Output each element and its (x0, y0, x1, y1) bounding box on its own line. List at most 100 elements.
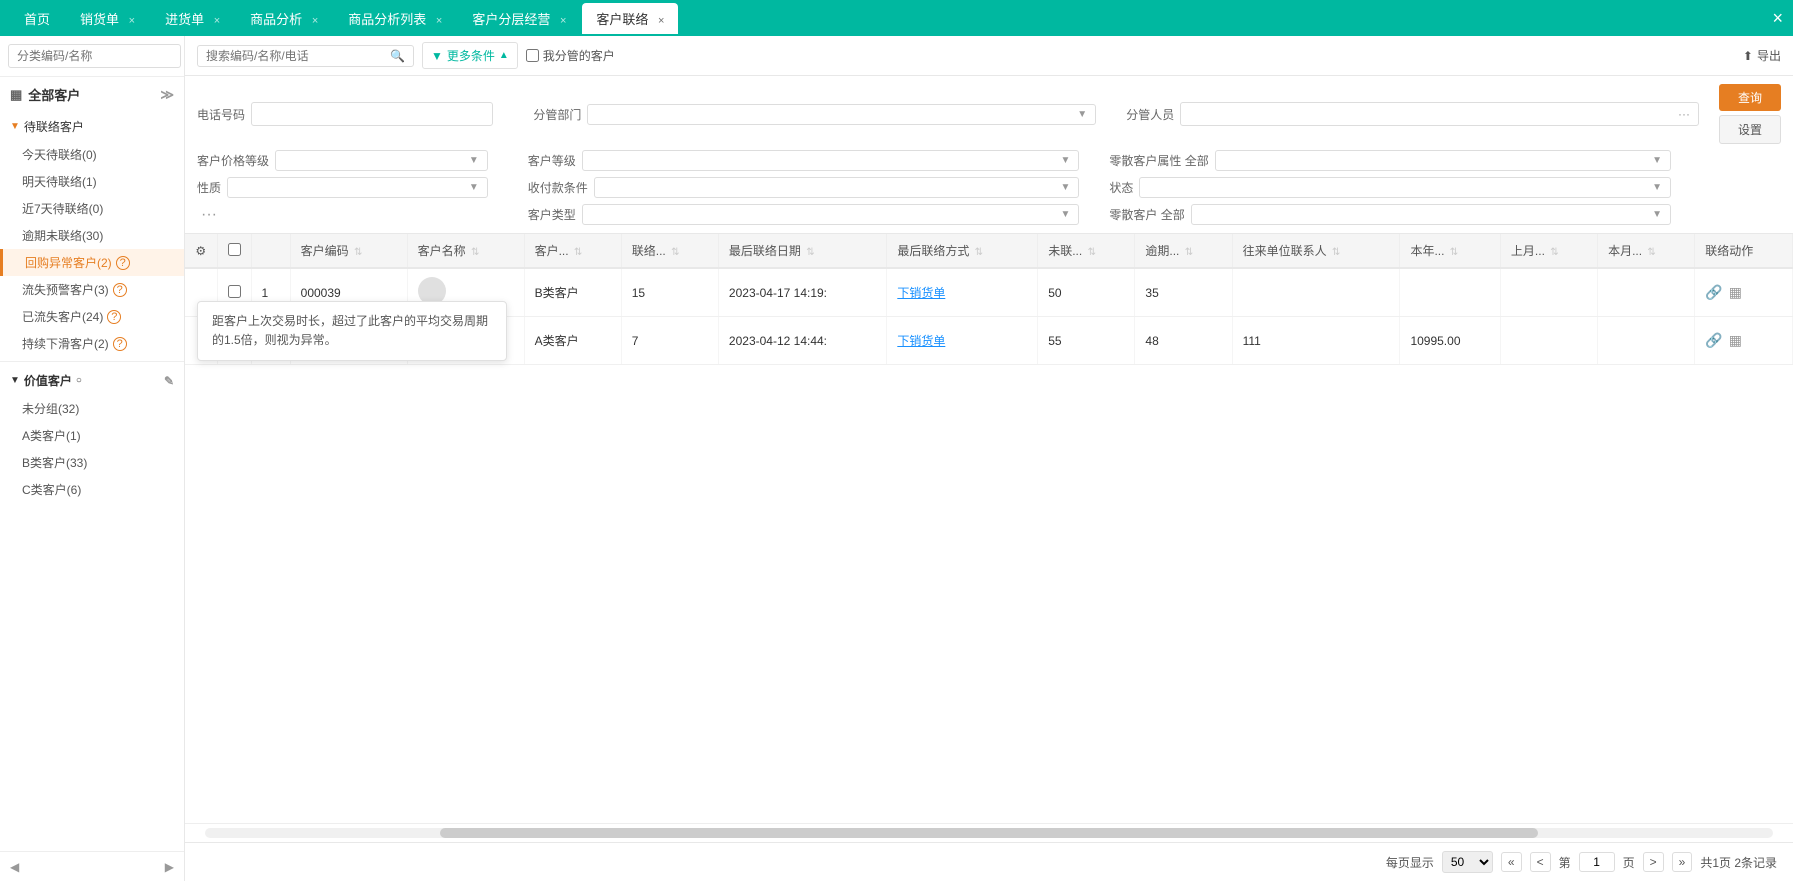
next-page-button[interactable]: > (1643, 852, 1664, 872)
filter-phone-input[interactable] (251, 102, 493, 126)
cell-last-method[interactable]: 下销货单 (887, 317, 1038, 365)
category-search-input[interactable] (8, 44, 181, 68)
chevron-down-icon: ▼ (1652, 155, 1662, 166)
filter-scatter-attr-select[interactable]: ▼ (1215, 150, 1671, 171)
column-contact[interactable]: 联络... ⇅ (621, 234, 718, 268)
right-arrow-icon[interactable]: ▶ (165, 860, 174, 874)
nav-tab-customer-segment[interactable]: 客户分层经营 × (458, 3, 580, 34)
filter-customer-type-select[interactable]: ▼ (582, 204, 1080, 225)
collapse-icon[interactable]: ≫ (160, 87, 174, 103)
nav-tab-analysis[interactable]: 商品分析 × (236, 3, 332, 34)
info-icon: ? (107, 310, 121, 324)
my-customer-filter[interactable]: 我分管的客户 (526, 47, 615, 64)
chevron-down-icon: ▼ (1060, 209, 1070, 220)
search-icon[interactable]: 🔍 (390, 49, 405, 63)
page-label: 第 (1559, 854, 1571, 871)
filter-row-1: 电话号码 分管部门 ▼ 分管人员 ··· (197, 84, 1781, 144)
row-checkbox[interactable] (228, 285, 241, 298)
nav-tab-analysis-list[interactable]: 商品分析列表 × (334, 3, 456, 34)
nav-tab-purchase[interactable]: 进货单 × (151, 3, 234, 34)
sidebar-item-c-class[interactable]: C类客户(6) (0, 476, 184, 503)
link-icon[interactable]: 🔗 (1705, 284, 1722, 301)
sidebar-item-ungroup[interactable]: 未分组(32) (0, 395, 184, 422)
select-all-checkbox[interactable] (228, 243, 241, 256)
close-icon[interactable]: × (658, 15, 664, 27)
left-arrow-icon[interactable]: ◀ (10, 860, 19, 874)
main-search-input[interactable] (206, 49, 386, 63)
sidebar-item-overdue[interactable]: 逾期未联络(30) (0, 222, 184, 249)
prev-page-button[interactable]: < (1530, 852, 1551, 872)
scrollbar-track (440, 828, 1538, 838)
grid-icon[interactable]: ▦ (1729, 284, 1742, 301)
query-button[interactable]: 查询 (1719, 84, 1781, 111)
close-icon[interactable]: × (436, 15, 442, 27)
sidebar-item-today[interactable]: 今天待联络(0) (0, 141, 184, 168)
sidebar-item-b-class[interactable]: B类客户(33) (0, 449, 184, 476)
sidebar-item-repurchase-abnormal[interactable]: 回购异常客户(2) ? (0, 249, 184, 276)
column-this-month[interactable]: 本月... ⇅ (1598, 234, 1695, 268)
export-button[interactable]: ⬆ 导出 (1743, 47, 1781, 64)
horizontal-scrollbar[interactable] (205, 828, 1773, 838)
cell-last-method[interactable]: 下销货单 (887, 268, 1038, 317)
more-conditions-button[interactable]: ▼ 更多条件 ▲ (422, 42, 518, 69)
last-page-button[interactable]: » (1672, 852, 1693, 872)
sidebar-item-lost[interactable]: 已流失客户(24) ? (0, 303, 184, 330)
filter-status-select[interactable]: ▼ (1139, 177, 1671, 198)
value-customer-group-title[interactable]: ▼ 价值客户 ○ ✎ (0, 366, 184, 395)
column-code[interactable]: 客户编码 ⇅ (290, 234, 407, 268)
column-gear[interactable]: ⚙ (185, 234, 217, 268)
tooltip-box: 距客户上次交易时长，超过了此客户的平均交易周期的1.5倍，则视为异常。 (197, 301, 507, 361)
filter-nature-label: 性质 (197, 179, 221, 196)
filter-dept-select[interactable]: ▼ (587, 104, 1096, 125)
page-input[interactable] (1579, 852, 1615, 872)
filter-scatter-select[interactable]: ▼ (1191, 204, 1671, 225)
column-last-date[interactable]: 最后联络日期 ⇅ (718, 234, 886, 268)
filter-nature-select[interactable]: ▼ (227, 177, 488, 198)
edit-icon[interactable]: ✎ (164, 374, 174, 388)
scrollbar-area (185, 823, 1793, 842)
cell-last-date: 2023-04-17 14:19: (718, 268, 886, 317)
grid-icon: ▦ (10, 87, 22, 103)
column-contact-person[interactable]: 往来单位联系人 ⇅ (1232, 234, 1400, 268)
cell-contact: 7 (621, 317, 718, 365)
filter-customer-grade-select[interactable]: ▼ (582, 150, 1080, 171)
first-page-button[interactable]: « (1501, 852, 1522, 872)
cell-uncontact: 55 (1038, 317, 1135, 365)
nav-tab-home[interactable]: 首页 (10, 3, 64, 34)
all-customers-header[interactable]: ▦ 全部客户 ≫ (0, 77, 184, 112)
column-name[interactable]: 客户名称 ⇅ (407, 234, 524, 268)
sidebar-item-loss-warning[interactable]: 流失预警客户(3) ? (0, 276, 184, 303)
column-last-method[interactable]: 最后联络方式 ⇅ (887, 234, 1038, 268)
sidebar-item-declining[interactable]: 持续下滑客户(2) ? (0, 330, 184, 357)
column-last-month[interactable]: 上月... ⇅ (1500, 234, 1597, 268)
sidebar-item-tomorrow[interactable]: 明天待联络(1) (0, 168, 184, 195)
close-icon[interactable]: × (129, 15, 135, 27)
column-this-year[interactable]: 本年... ⇅ (1400, 234, 1500, 268)
more-dots[interactable]: ··· (201, 206, 217, 224)
column-type[interactable]: 客户... ⇅ (524, 234, 621, 268)
pending-contact-title[interactable]: ▼ 待联络客户 (0, 112, 184, 141)
pagination: 每页显示 50 20 100 « < 第 页 > » 共1页 2条记录 (185, 842, 1793, 881)
link-icon[interactable]: 🔗 (1705, 332, 1722, 349)
filter-manager-select[interactable]: ··· (1180, 102, 1699, 126)
filter-price-grade-select[interactable]: ▼ (275, 150, 488, 171)
grid-icon[interactable]: ▦ (1729, 332, 1742, 349)
sidebar-item-7days[interactable]: 近7天待联络(0) (0, 195, 184, 222)
per-page-select[interactable]: 50 20 100 (1442, 851, 1493, 873)
nav-tab-sales[interactable]: 销货单 × (66, 3, 149, 34)
column-uncontact[interactable]: 未联... ⇅ (1038, 234, 1135, 268)
filter-payment-select[interactable]: ▼ (594, 177, 1080, 198)
setting-button[interactable]: 设置 (1719, 115, 1781, 144)
close-icon[interactable]: × (214, 15, 220, 27)
my-customer-checkbox[interactable] (526, 49, 539, 62)
sidebar-item-a-class[interactable]: A类客户(1) (0, 422, 184, 449)
filter-customer-type-label: 客户类型 (528, 206, 576, 223)
content-area: 🔍 ▼ 更多条件 ▲ 我分管的客户 ⬆ 导出 (185, 36, 1793, 881)
column-overdue[interactable]: 逾期... ⇅ (1135, 234, 1232, 268)
close-icon[interactable]: × (560, 15, 566, 27)
nav-tab-customer-contact[interactable]: 客户联络 × (582, 3, 678, 34)
window-close-button[interactable]: × (1772, 8, 1783, 29)
cell-this-month (1598, 268, 1695, 317)
close-icon[interactable]: × (312, 15, 318, 27)
filter-dept: 分管部门 ▼ (503, 104, 1096, 125)
